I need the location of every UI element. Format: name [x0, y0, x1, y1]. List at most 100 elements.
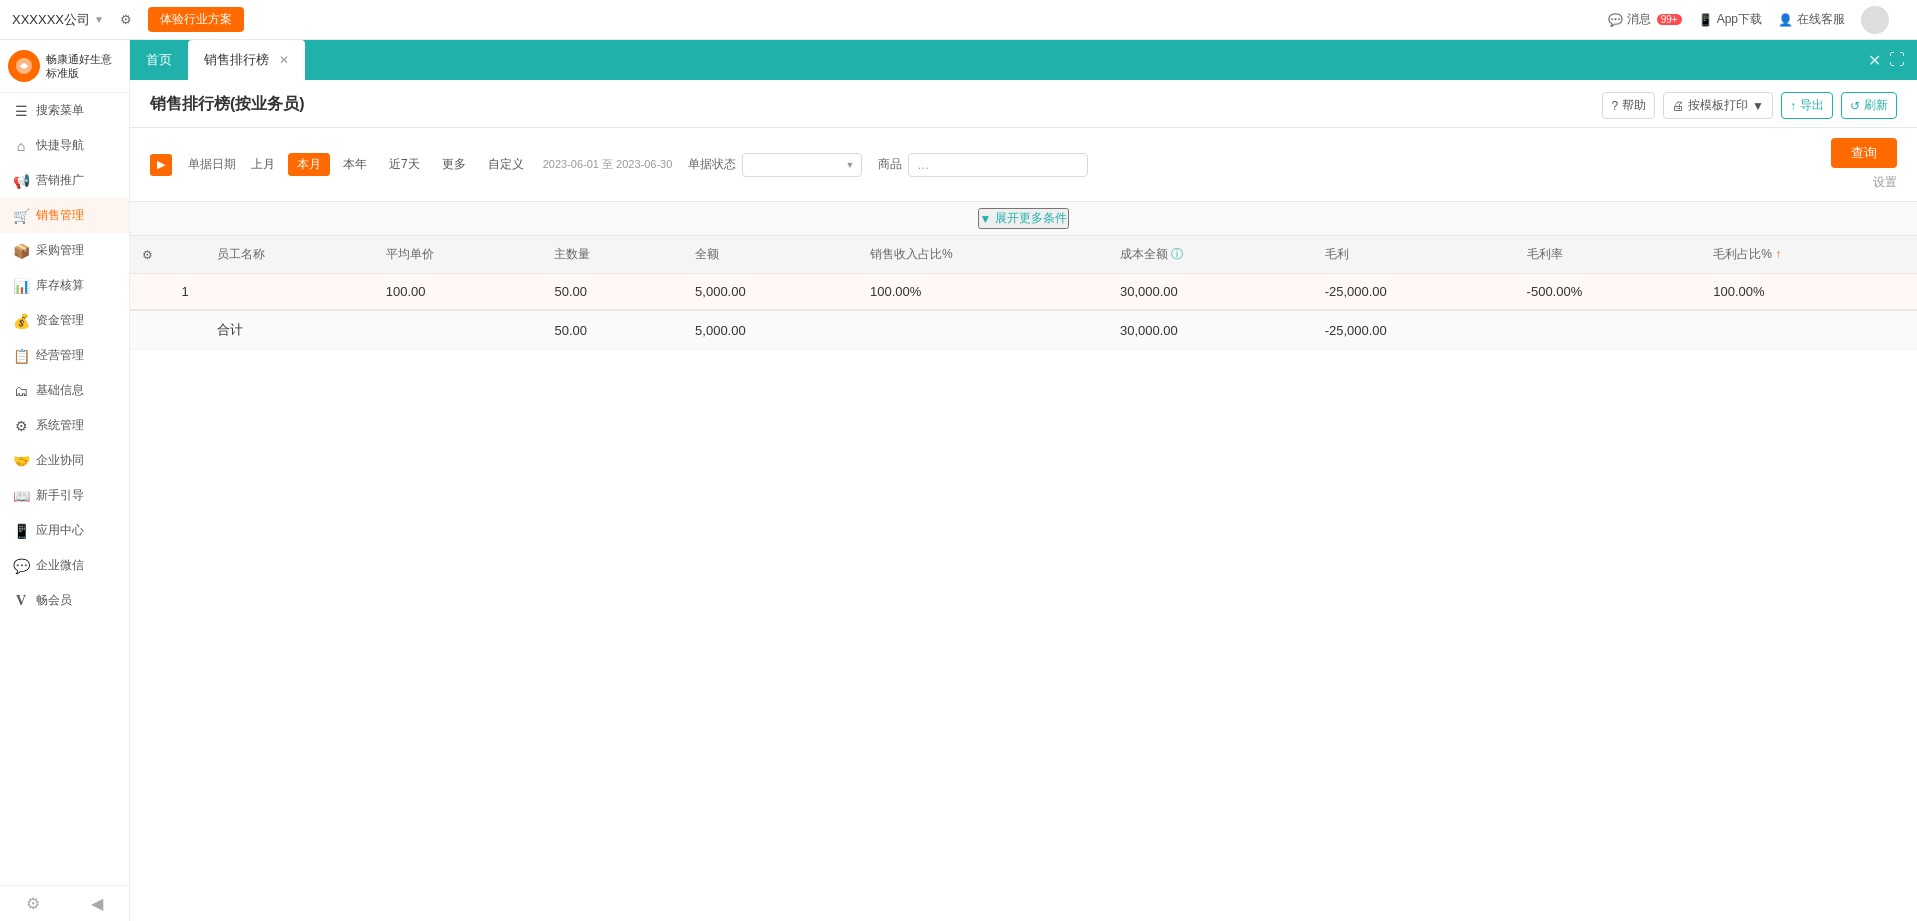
sidebar-item-sales[interactable]: 🛒 销售管理	[0, 198, 129, 233]
sidebar-item-finance[interactable]: 💰 资金管理	[0, 303, 129, 338]
status-select[interactable]	[742, 153, 862, 177]
filter-row: ▶ 单据日期 上月 本月 本年 近7天 更多 自定义	[150, 138, 1897, 191]
chevron-down-icon: ▼	[980, 212, 992, 226]
tab-close-window-icon[interactable]: ✕	[1868, 51, 1881, 70]
goods-input[interactable]: …	[908, 153, 1088, 177]
tab-maximize-icon[interactable]: ⛶	[1889, 51, 1905, 69]
sidebar-item-wechat[interactable]: 💬 企业微信	[0, 548, 129, 583]
trial-button[interactable]: 体验行业方案	[148, 7, 244, 32]
page-header: 销售排行榜(按业务员) ? 帮助 🖨 按模板打印 ▼	[130, 80, 1917, 128]
sidebar-item-enterprise[interactable]: 🤝 企业协同	[0, 443, 129, 478]
sidebar-item-label: 销售管理	[36, 207, 84, 224]
row-amount: 5,000.00	[683, 274, 858, 311]
sidebar-item-app-center[interactable]: 📱 应用中心	[0, 513, 129, 548]
export-icon: ↑	[1790, 99, 1796, 113]
print-icon: 🖨	[1672, 99, 1684, 113]
sales-icon: 🛒	[12, 208, 30, 224]
row-cost: 30,000.00	[1108, 274, 1313, 311]
query-button[interactable]: 查询	[1831, 138, 1897, 168]
date-label: 单据日期	[188, 156, 236, 173]
footer-avg-price	[374, 310, 543, 350]
settings-link[interactable]: 设置	[1873, 174, 1897, 191]
filter-collapse-btn[interactable]: ▶	[150, 154, 172, 176]
date-tab-more[interactable]: 更多	[433, 153, 475, 176]
date-tab-last7[interactable]: 近7天	[380, 153, 429, 176]
sidebar-item-label: 系统管理	[36, 417, 84, 434]
col-settings[interactable]: ⚙	[130, 236, 165, 274]
sidebar-item-label: 搜索菜单	[36, 102, 84, 119]
app-center-icon: 📱	[12, 523, 30, 539]
sidebar-item-purchase[interactable]: 📦 采购管理	[0, 233, 129, 268]
tab-sales-ranking[interactable]: 销售排行榜 ✕	[188, 40, 305, 80]
data-table: ⚙ 员工名称 平均单价 主数量 全额 销售收入占比% 成本全额 ⓘ 毛利 毛利率	[130, 236, 1917, 350]
tab-sales-ranking-label: 销售排行榜	[204, 51, 269, 69]
cost-info-icon[interactable]: ⓘ	[1171, 247, 1183, 261]
message-badge: 99+	[1657, 14, 1682, 25]
print-button[interactable]: 🖨 按模板打印 ▼	[1663, 92, 1773, 119]
filter-bar: ▶ 单据日期 上月 本月 本年 近7天 更多 自定义	[130, 128, 1917, 202]
date-tab-prev-month[interactable]: 上月	[242, 153, 284, 176]
sidebar-item-quick-nav[interactable]: ⌂ 快捷导航	[0, 128, 129, 163]
sidebar-item-system[interactable]: ⚙ 系统管理	[0, 408, 129, 443]
sidebar-item-label: 新手引导	[36, 487, 84, 504]
tab-close-icon[interactable]: ✕	[279, 53, 289, 67]
footer-rank	[165, 310, 205, 350]
app-download-btn[interactable]: 📱 App下载	[1698, 11, 1762, 28]
sidebar: 畅康通好生意 标准版 ☰ 搜索菜单 ⌂ 快捷导航 📢 营销推广 🛒 销售管理	[0, 40, 130, 921]
sidebar-item-inventory[interactable]: 📊 库存核算	[0, 268, 129, 303]
footer-row: 合计 50.00 5,000.00 30,000.00 -25,000.00	[130, 310, 1917, 350]
marketing-icon: 📢	[12, 173, 30, 189]
online-service-btn[interactable]: 👤 在线客服	[1778, 11, 1845, 28]
date-tabs: 上月 本月 本年 近7天 更多 自定义	[242, 153, 533, 176]
footer-settings	[130, 310, 165, 350]
sidebar-item-label: 采购管理	[36, 242, 84, 259]
tab-home-label: 首页	[146, 51, 172, 69]
expand-bar: ▼ 展开更多条件	[130, 202, 1917, 236]
tab-bar-actions: ✕ ⛶	[1868, 51, 1917, 70]
sidebar-item-label: 经营管理	[36, 347, 84, 364]
sidebar-item-label: 企业协同	[36, 452, 84, 469]
newbie-icon: 📖	[12, 488, 30, 504]
sidebar-item-marketing[interactable]: 📢 营销推广	[0, 163, 129, 198]
filter-goods: 商品 …	[878, 153, 1088, 177]
sidebar-item-basic-info[interactable]: 🗂 基础信息	[0, 373, 129, 408]
sidebar-collapse-icon[interactable]: ◀	[91, 894, 103, 913]
sort-icon[interactable]: ↑	[1775, 247, 1781, 261]
refresh-button[interactable]: ↺ 刷新	[1841, 92, 1897, 119]
message-label: 消息	[1627, 11, 1651, 28]
footer-cost: 30,000.00	[1108, 310, 1313, 350]
table-header-row: ⚙ 员工名称 平均单价 主数量 全额 销售收入占比% 成本全额 ⓘ 毛利 毛利率	[130, 236, 1917, 274]
date-tab-cur-month[interactable]: 本月	[288, 153, 330, 176]
company-selector[interactable]: XXXXXX公司 ▼	[12, 11, 104, 29]
tab-home[interactable]: 首页	[130, 40, 188, 80]
sidebar-item-label: 企业微信	[36, 557, 84, 574]
company-name: XXXXXX公司	[12, 11, 90, 29]
table-container: ⚙ 员工名称 平均单价 主数量 全额 销售收入占比% 成本全额 ⓘ 毛利 毛利率	[130, 236, 1917, 921]
enterprise-icon: 🤝	[12, 453, 30, 469]
footer-gross-rate	[1515, 310, 1702, 350]
sidebar-item-newbie[interactable]: 📖 新手引导	[0, 478, 129, 513]
date-tab-custom[interactable]: 自定义	[479, 153, 533, 176]
help-button[interactable]: ? 帮助	[1602, 92, 1655, 119]
export-button[interactable]: ↑ 导出	[1781, 92, 1833, 119]
purchase-icon: 📦	[12, 243, 30, 259]
avatar[interactable]	[1861, 6, 1889, 34]
row-gross-pct: 100.00%	[1701, 274, 1917, 311]
sidebar-item-operations[interactable]: 📋 经营管理	[0, 338, 129, 373]
col-gross-rate: 毛利率	[1515, 236, 1702, 274]
sidebar-item-search-order[interactable]: ☰ 搜索菜单	[0, 93, 129, 128]
col-main-qty: 主数量	[542, 236, 683, 274]
logo-icon	[8, 50, 40, 82]
date-tab-cur-year[interactable]: 本年	[334, 153, 376, 176]
top-bar: XXXXXX公司 ▼ ⚙ 体验行业方案 💬 消息 99+ 📱 App下载 👤 在…	[0, 0, 1917, 40]
message-btn[interactable]: 💬 消息 99+	[1608, 11, 1682, 28]
sidebar-item-member[interactable]: V 畅会员	[0, 583, 129, 618]
settings-icon[interactable]: ⚙	[112, 6, 140, 34]
app-download-label: App下载	[1717, 11, 1762, 28]
sidebar-item-label: 应用中心	[36, 522, 84, 539]
sidebar-settings-icon[interactable]: ⚙	[26, 894, 40, 913]
page-title: 销售排行榜(按业务员)	[150, 94, 305, 125]
col-cost: 成本全额 ⓘ	[1108, 236, 1313, 274]
col-avg-price: 平均单价	[374, 236, 543, 274]
expand-conditions-btn[interactable]: ▼ 展开更多条件	[978, 208, 1070, 229]
